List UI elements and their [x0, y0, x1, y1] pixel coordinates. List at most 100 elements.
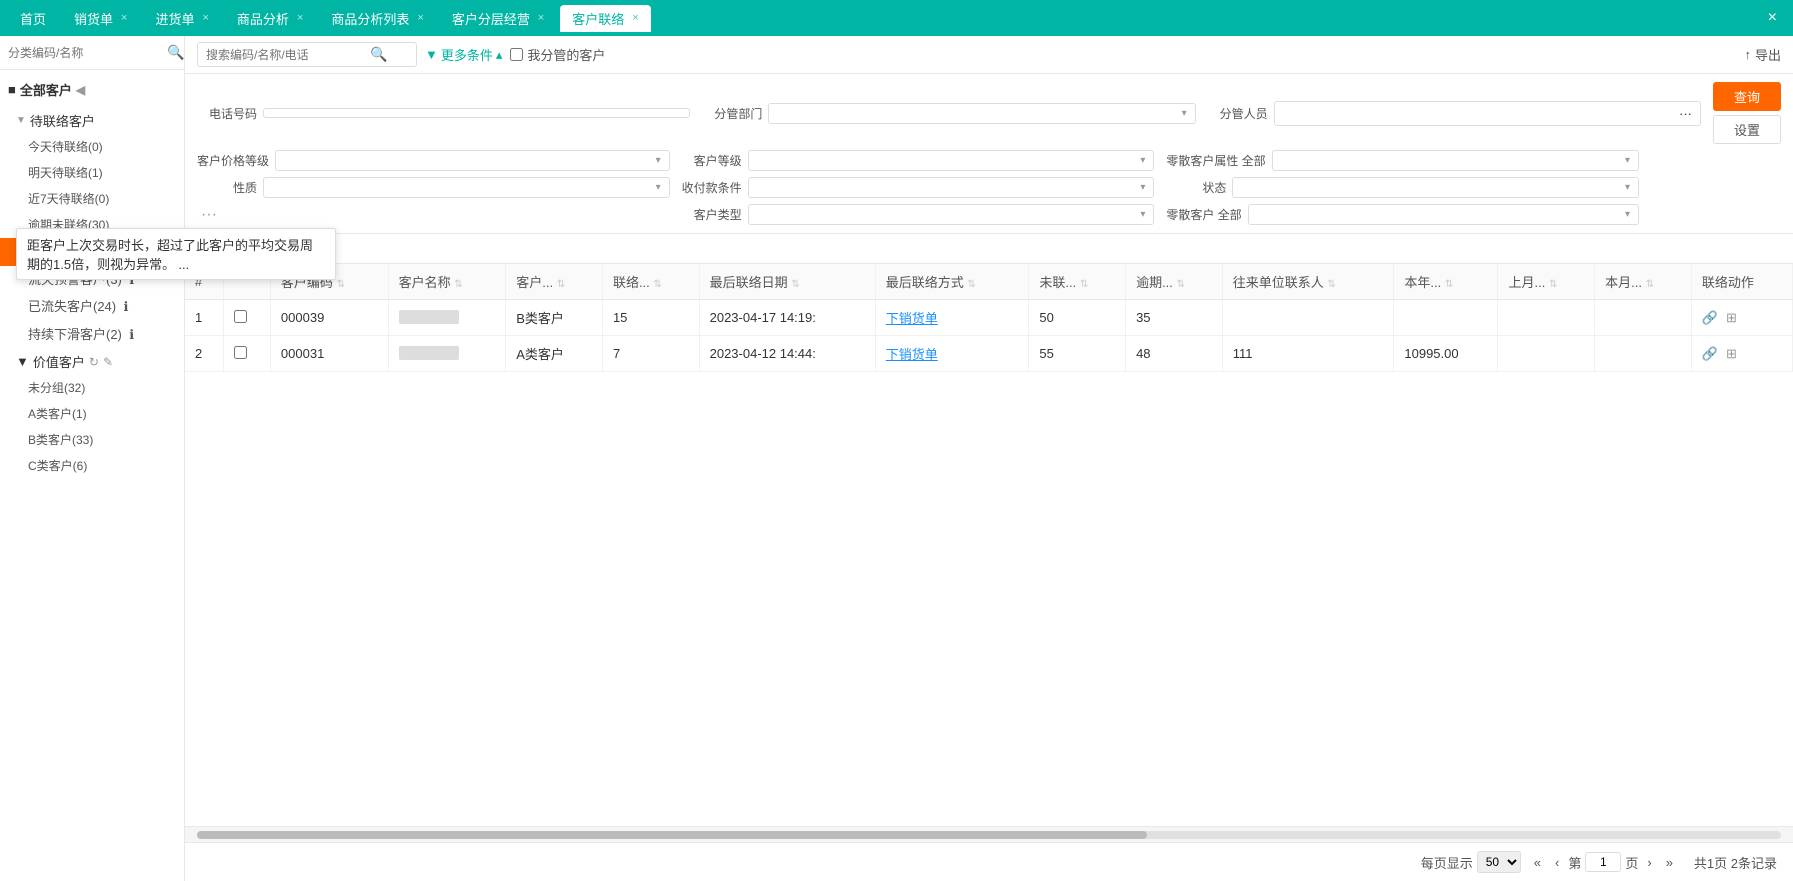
- setting-button[interactable]: 设置: [1713, 115, 1781, 144]
- col-thismonth-sort[interactable]: ⇅: [1646, 279, 1654, 290]
- cell-checkbox-1[interactable]: [223, 300, 270, 336]
- sidebar-item-declining[interactable]: 持续下滑客户(2) ℹ: [0, 321, 184, 349]
- per-page-select[interactable]: 50: [1477, 851, 1521, 873]
- tooltip-text: 距客户上次交易时长，超过了此客户的平均交易周期的1.5倍，则视为异常。: [27, 238, 184, 272]
- filter-customer-level-input[interactable]: ▾: [748, 150, 1155, 171]
- first-page-button[interactable]: «: [1529, 853, 1546, 872]
- row2-method-link[interactable]: 下销货单: [886, 347, 938, 362]
- sidebar-item-a-class[interactable]: A类客户(1): [0, 401, 184, 427]
- nav-sales[interactable]: 销货单 ×: [62, 5, 139, 32]
- sidebar-lost-info[interactable]: ℹ: [123, 299, 128, 314]
- row2-grid-icon[interactable]: ⊞: [1726, 346, 1737, 362]
- cell-last-date-1: 2023-04-17 14:19:: [699, 300, 875, 336]
- nav-home[interactable]: 首页: [8, 5, 58, 32]
- sidebar-item-ungroup[interactable]: 未分组(32): [0, 375, 184, 401]
- cell-checkbox-2[interactable]: [223, 336, 270, 372]
- sidebar-search-icon[interactable]: 🔍: [167, 44, 184, 61]
- filter-nature-input[interactable]: ▾: [263, 177, 670, 198]
- nav-customer-contact[interactable]: 客户联络 ×: [560, 5, 650, 32]
- cell-last-method-1[interactable]: 下销货单: [875, 300, 1029, 336]
- sidebar-declining-info[interactable]: ℹ: [129, 327, 134, 342]
- tooltip-ellipsis: ...: [178, 257, 184, 272]
- my-customers-checkbox[interactable]: [510, 48, 523, 61]
- more-conditions-button[interactable]: ▼ 更多条件 ▴: [425, 45, 502, 64]
- close-all-button[interactable]: ×: [1760, 9, 1785, 27]
- filter-ellipsis[interactable]: ···: [197, 206, 221, 224]
- export-button[interactable]: ↑ 导出: [1744, 45, 1781, 64]
- row1-method-link[interactable]: 下销货单: [886, 311, 938, 326]
- sidebar-root-title[interactable]: ■ 全部客户 ◀: [0, 74, 184, 105]
- filter-status-input[interactable]: ▾: [1232, 177, 1639, 198]
- sidebar-item-b-class[interactable]: B类客户(33): [0, 427, 184, 453]
- page-number-input[interactable]: [1585, 852, 1621, 872]
- nav-customer-layered[interactable]: 客户分层经营 ×: [440, 5, 556, 32]
- filter-person-input[interactable]: ···: [1274, 101, 1701, 126]
- next-page-button[interactable]: ›: [1642, 853, 1656, 872]
- filter-phone-input[interactable]: [263, 108, 690, 118]
- sidebar-search-input[interactable]: [8, 46, 163, 60]
- cell-action-2: 🔗 ⊞: [1691, 336, 1792, 372]
- nav-purchase-label: 进货单: [155, 9, 194, 28]
- filter-nature-arrow: ▾: [656, 182, 661, 193]
- table-scroll-area[interactable]: # 客户编码 ⇅ 客户名称 ⇅ 客户...: [185, 264, 1793, 826]
- per-page-label: 每页显示: [1421, 853, 1473, 872]
- col-unit-sort[interactable]: ⇅: [1327, 279, 1335, 290]
- filter-scattered: 零散客户 全部 ▾: [1166, 204, 1639, 225]
- col-code-sort[interactable]: ⇅: [337, 279, 345, 290]
- row2-checkbox[interactable]: [234, 346, 247, 359]
- horizontal-scrollbar[interactable]: [197, 831, 1781, 839]
- last-page-button[interactable]: »: [1661, 853, 1678, 872]
- my-customers-toggle[interactable]: 我分管的客户: [510, 45, 605, 64]
- sidebar-pending-header[interactable]: ▼ 待联络客户: [0, 107, 184, 134]
- sidebar-item-week[interactable]: 近7天待联络(0): [0, 186, 184, 212]
- filter-customer-type-input[interactable]: ▾: [748, 204, 1155, 225]
- row1-link-icon[interactable]: 🔗: [1702, 310, 1718, 326]
- filter-price-level-input[interactable]: ▾: [275, 150, 670, 171]
- row2-link-icon[interactable]: 🔗: [1702, 346, 1718, 362]
- filter-person-label: 分管人员: [1208, 105, 1268, 122]
- horizontal-scrollbar-thumb[interactable]: [197, 831, 1147, 839]
- col-last-method-sort[interactable]: ⇅: [967, 279, 975, 290]
- sidebar-item-tomorrow[interactable]: 明天待联络(1): [0, 160, 184, 186]
- filter-scattered-attr-input[interactable]: ▾: [1272, 150, 1639, 171]
- col-year-sort[interactable]: ⇅: [1445, 279, 1453, 290]
- nav-purchase-close[interactable]: ×: [202, 12, 208, 24]
- nav-product-analysis-list[interactable]: 商品分析列表 ×: [319, 5, 435, 32]
- nav-customer-layered-close[interactable]: ×: [538, 12, 544, 24]
- sidebar-collapse-icon[interactable]: ◀: [76, 83, 85, 97]
- filter-dept-input[interactable]: ▾: [768, 103, 1195, 124]
- horizontal-scrollbar-area: [185, 826, 1793, 842]
- cell-unit-contact-1: [1222, 300, 1394, 336]
- col-contact-count-sort[interactable]: ⇅: [653, 279, 661, 290]
- nav-customer-contact-close[interactable]: ×: [632, 12, 638, 24]
- col-name-sort[interactable]: ⇅: [454, 279, 462, 290]
- col-last-date-sort[interactable]: ⇅: [791, 279, 799, 290]
- nav-product-analysis[interactable]: 商品分析 ×: [225, 5, 315, 32]
- col-level-sort[interactable]: ⇅: [557, 279, 565, 290]
- cell-contact-count-2: 7: [602, 336, 699, 372]
- cell-last-method-2[interactable]: 下销货单: [875, 336, 1029, 372]
- filter-scattered-input[interactable]: ▾: [1248, 204, 1639, 225]
- nav-product-analysis-list-close[interactable]: ×: [417, 12, 423, 24]
- row1-checkbox[interactable]: [234, 310, 247, 323]
- filter-payment-input[interactable]: ▾: [748, 177, 1155, 198]
- nav-product-analysis-close[interactable]: ×: [297, 12, 303, 24]
- col-lastmonth-sort[interactable]: ⇅: [1549, 279, 1557, 290]
- sidebar-value-edit-icon[interactable]: ✎: [103, 355, 113, 369]
- cell-unit-contact-2: 111: [1222, 336, 1394, 372]
- nav-sales-close[interactable]: ×: [121, 12, 127, 24]
- sidebar-item-today[interactable]: 今天待联络(0): [0, 134, 184, 160]
- prev-page-button[interactable]: ‹: [1550, 853, 1564, 872]
- sidebar-item-c-class[interactable]: C类客户(6): [0, 453, 184, 479]
- search-input[interactable]: [206, 48, 366, 62]
- row1-grid-icon[interactable]: ⊞: [1726, 310, 1737, 326]
- col-overdue-sort[interactable]: ⇅: [1177, 279, 1185, 290]
- cell-this-month-1: [1595, 300, 1692, 336]
- query-button[interactable]: 查询: [1713, 82, 1781, 111]
- nav-purchase[interactable]: 进货单 ×: [143, 5, 220, 32]
- search-icon[interactable]: 🔍: [370, 46, 387, 63]
- col-uncontacted-sort[interactable]: ⇅: [1080, 279, 1088, 290]
- sidebar-item-lost[interactable]: 已流失客户(24) ℹ: [0, 293, 184, 321]
- sidebar-value-refresh-icon[interactable]: ↻: [89, 355, 99, 369]
- cell-uncontacted-2: 55: [1029, 336, 1126, 372]
